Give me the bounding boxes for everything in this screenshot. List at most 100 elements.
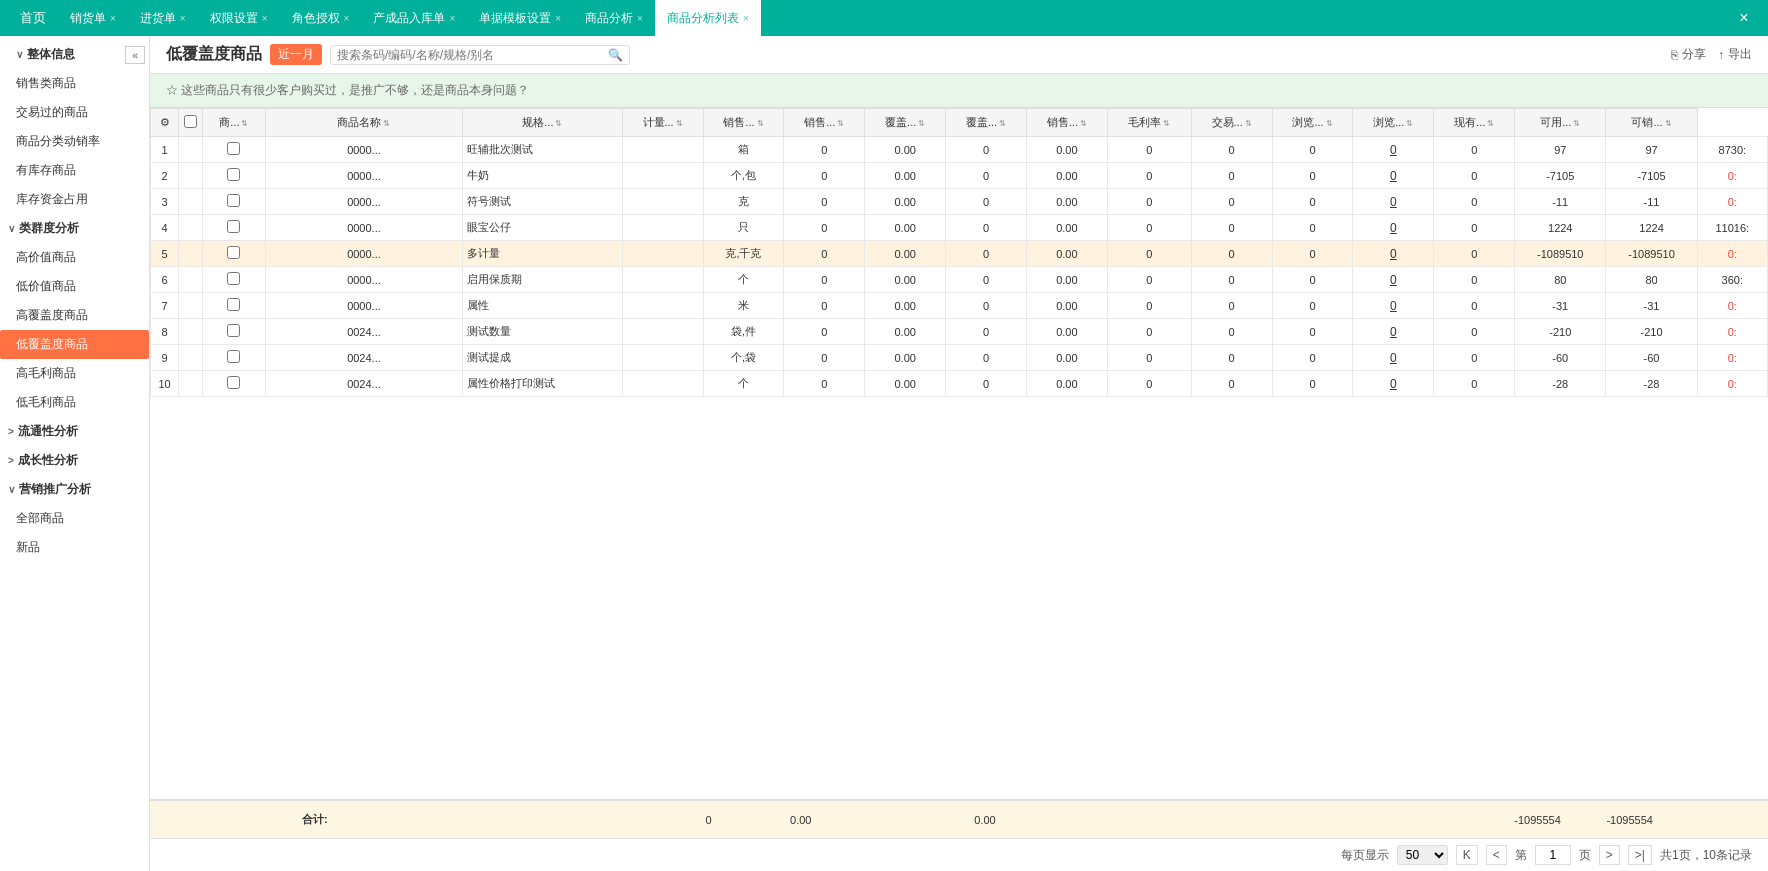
share-button[interactable]: ⎘ 分享 (1671, 46, 1706, 63)
view1-link[interactable]: 0 (1390, 143, 1397, 157)
row-view1[interactable]: 0 (1353, 319, 1434, 345)
column-sales3[interactable]: 销售...⇅ (1026, 109, 1107, 137)
column-cover2[interactable]: 覆盖...⇅ (946, 109, 1027, 137)
row-checkbox[interactable] (203, 163, 266, 189)
row-select-checkbox[interactable] (227, 324, 240, 337)
table-wrapper[interactable]: ⚙ 商...⇅ 商品名称⇅ 规格...⇅ 计量...⇅ 销售...⇅ 销售...… (150, 108, 1768, 799)
view1-link[interactable]: 0 (1390, 325, 1397, 339)
row-select-checkbox[interactable] (227, 272, 240, 285)
column-cover1[interactable]: 覆盖...⇅ (865, 109, 946, 137)
row-view1[interactable]: 0 (1353, 371, 1434, 397)
page-input[interactable] (1535, 845, 1571, 865)
nav-analysis[interactable]: 商品分析 × (573, 0, 655, 36)
row-select-checkbox[interactable] (227, 194, 240, 207)
column-sales1[interactable]: 销售...⇅ (703, 109, 784, 137)
window-close-btn[interactable]: × (1728, 0, 1760, 36)
view1-link[interactable]: 0 (1390, 195, 1397, 209)
column-trade[interactable]: 交易...⇅ (1191, 109, 1272, 137)
view1-link[interactable]: 0 (1390, 377, 1397, 391)
sidebar-item-low-cover[interactable]: 低覆盖度商品 (0, 330, 149, 359)
nav-close-product-in[interactable]: × (449, 13, 455, 24)
nav-close-permission[interactable]: × (262, 13, 268, 24)
column-sales2[interactable]: 销售...⇅ (784, 109, 865, 137)
row-select-checkbox[interactable] (227, 376, 240, 389)
row-checkbox[interactable] (203, 215, 266, 241)
sidebar-item-low-gross[interactable]: 低毛利商品 (0, 388, 149, 417)
sidebar-section-marketing[interactable]: ∨ 营销推广分析 (0, 475, 149, 504)
view1-link[interactable]: 0 (1390, 247, 1397, 261)
row-view1[interactable]: 0 (1353, 163, 1434, 189)
nav-role[interactable]: 角色授权 × (280, 0, 362, 36)
row-checkbox[interactable] (203, 345, 266, 371)
sidebar-item-high-gross[interactable]: 高毛利商品 (0, 359, 149, 388)
view1-link[interactable]: 0 (1390, 221, 1397, 235)
row-select-checkbox[interactable] (227, 298, 240, 311)
row-checkbox[interactable] (203, 371, 266, 397)
sidebar-section-growth[interactable]: > 成长性分析 (0, 446, 149, 475)
sidebar-item-high-cover[interactable]: 高覆盖度商品 (0, 301, 149, 330)
row-view1[interactable]: 0 (1353, 345, 1434, 371)
row-select-checkbox[interactable] (227, 220, 240, 233)
nav-close-template[interactable]: × (555, 13, 561, 24)
view1-link[interactable]: 0 (1390, 351, 1397, 365)
row-view1[interactable]: 0 (1353, 215, 1434, 241)
nav-close-sales[interactable]: × (110, 13, 116, 24)
column-view1[interactable]: 浏览...⇅ (1272, 109, 1353, 137)
sidebar-item-stock-goods[interactable]: 有库存商品 (0, 156, 149, 185)
column-spec[interactable]: 规格...⇅ (463, 109, 623, 137)
column-settings[interactable]: ⚙ (151, 109, 179, 137)
column-stock2[interactable]: 可用...⇅ (1515, 109, 1606, 137)
sidebar-item-new-goods[interactable]: 新品 (0, 533, 149, 562)
sidebar-item-stock-capital[interactable]: 库存资金占用 (0, 185, 149, 214)
first-page-btn[interactable]: K (1456, 845, 1478, 865)
sidebar-item-high-value[interactable]: 高价值商品 (0, 243, 149, 272)
sidebar-item-sales-goods[interactable]: 销售类商品 (0, 69, 149, 98)
row-view1[interactable]: 0 (1353, 267, 1434, 293)
per-page-select[interactable]: 50 100 200 (1397, 845, 1448, 865)
column-checkbox[interactable] (179, 109, 203, 137)
sidebar-item-traded-goods[interactable]: 交易过的商品 (0, 98, 149, 127)
nav-permission[interactable]: 权限设置 × (198, 0, 280, 36)
row-checkbox[interactable] (203, 293, 266, 319)
row-select-checkbox[interactable] (227, 142, 240, 155)
sidebar-section-cluster[interactable]: ∨ 类群度分析 (0, 214, 149, 243)
next-page-btn[interactable]: > (1599, 845, 1620, 865)
nav-close-purchase[interactable]: × (180, 13, 186, 24)
row-select-checkbox[interactable] (227, 168, 240, 181)
nav-close-analysis-list[interactable]: × (743, 13, 749, 24)
nav-home[interactable]: 首页 (8, 0, 58, 36)
column-view2[interactable]: 浏览...⇅ (1353, 109, 1434, 137)
row-checkbox[interactable] (203, 189, 266, 215)
row-checkbox[interactable] (203, 267, 266, 293)
select-all-checkbox[interactable] (184, 115, 197, 128)
nav-analysis-list[interactable]: 商品分析列表 × (655, 0, 761, 36)
column-stock3[interactable]: 可销...⇅ (1606, 109, 1697, 137)
column-name[interactable]: 商品名称⇅ (265, 109, 462, 137)
row-select-checkbox[interactable] (227, 246, 240, 259)
row-select-checkbox[interactable] (227, 350, 240, 363)
nav-sales[interactable]: 销货单 × (58, 0, 128, 36)
view1-link[interactable]: 0 (1390, 299, 1397, 313)
period-button[interactable]: 近一月 (270, 44, 322, 65)
view1-link[interactable]: 0 (1390, 169, 1397, 183)
sidebar-item-low-value[interactable]: 低价值商品 (0, 272, 149, 301)
nav-close-analysis[interactable]: × (637, 13, 643, 24)
nav-close-role[interactable]: × (344, 13, 350, 24)
row-view1[interactable]: 0 (1353, 293, 1434, 319)
row-view1[interactable]: 0 (1353, 241, 1434, 267)
nav-purchase[interactable]: 进货单 × (128, 0, 198, 36)
nav-product-in[interactable]: 产成品入库单 × (361, 0, 467, 36)
row-checkbox[interactable] (203, 137, 266, 163)
column-code[interactable]: 商...⇅ (203, 109, 266, 137)
sidebar-section-overall[interactable]: ∨ 整体信息 (8, 40, 125, 69)
prev-page-btn[interactable]: < (1486, 845, 1507, 865)
sidebar-collapse-btn[interactable]: « (125, 46, 145, 64)
sidebar-section-flow[interactable]: > 流通性分析 (0, 417, 149, 446)
column-stock1[interactable]: 现有...⇅ (1434, 109, 1515, 137)
sidebar-item-category-rate[interactable]: 商品分类动销率 (0, 127, 149, 156)
row-view1[interactable]: 0 (1353, 189, 1434, 215)
column-unit[interactable]: 计量...⇅ (622, 109, 703, 137)
sidebar-item-all-goods[interactable]: 全部商品 (0, 504, 149, 533)
nav-template[interactable]: 单据模板设置 × (467, 0, 573, 36)
export-button[interactable]: ↑ 导出 (1718, 46, 1752, 63)
